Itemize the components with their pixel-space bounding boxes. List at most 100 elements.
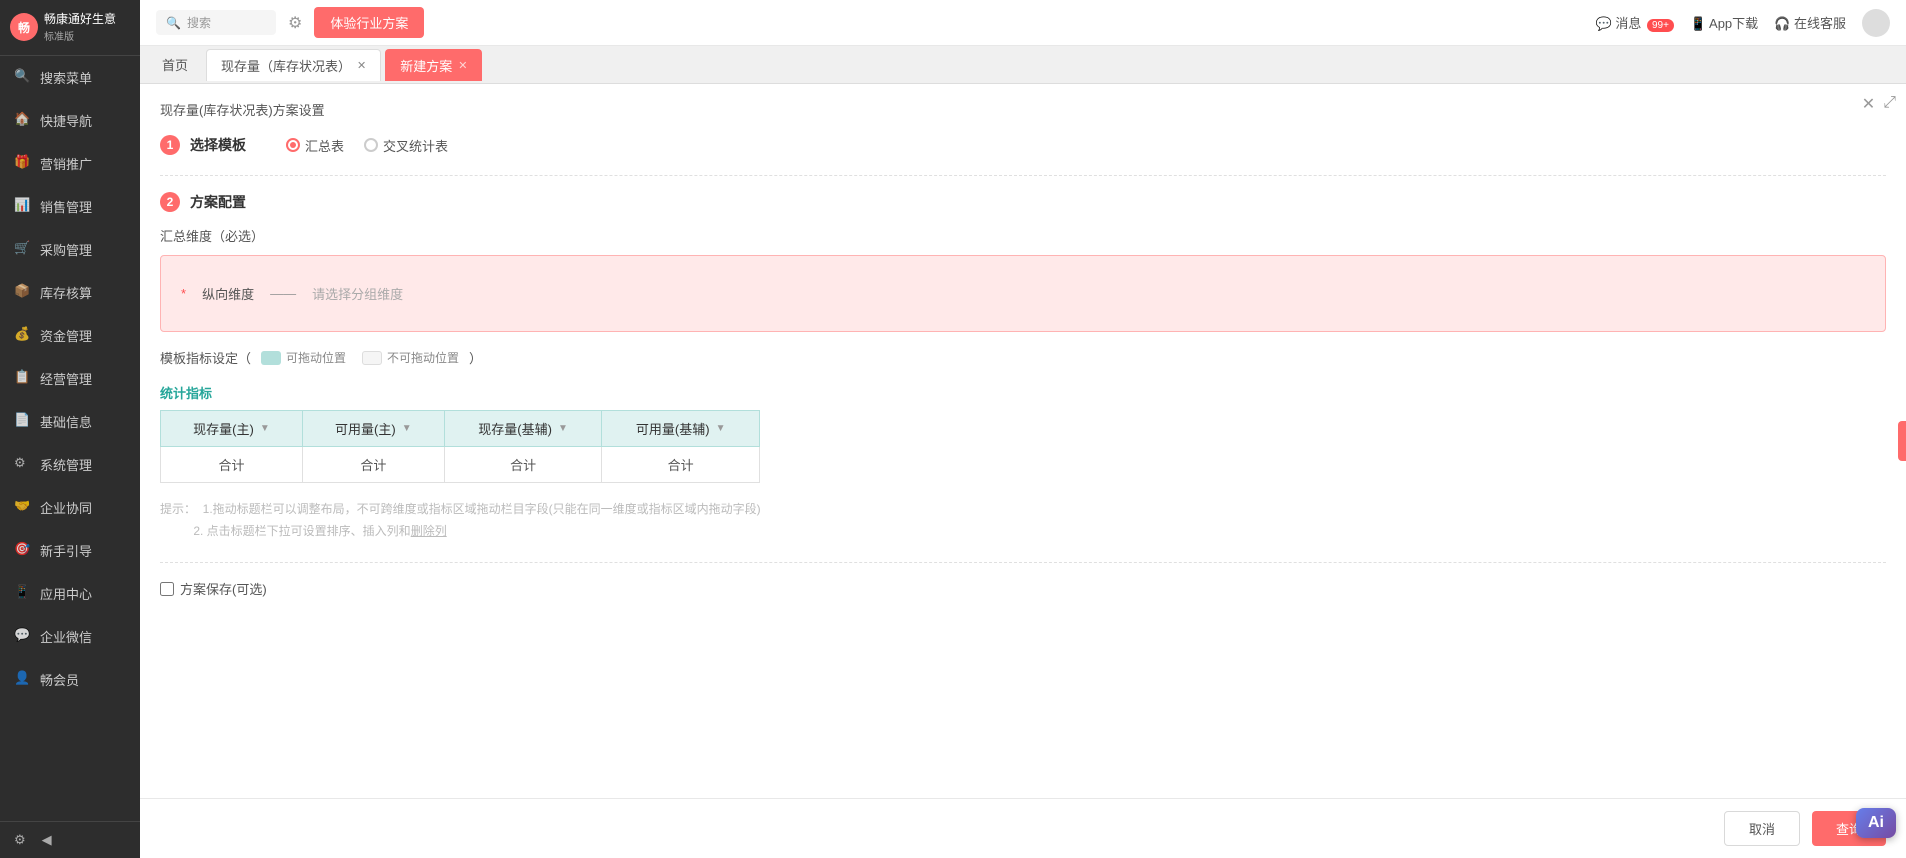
sidebar-label-system: 系统管理 (40, 455, 92, 474)
topbar-message[interactable]: 💬 消息 99+ (1596, 13, 1674, 32)
user-avatar[interactable] (1862, 9, 1890, 37)
sidebar-item-finance[interactable]: 💰 资金管理 (0, 314, 140, 357)
page-content: ✕ ⤢ 现存量(库存状况表)方案设置 1 选择模板 汇总表 (140, 84, 1906, 798)
topbar-app-download[interactable]: 📱 App下载 (1690, 13, 1758, 32)
dimension-placeholder: 请选择分组维度 (312, 284, 403, 303)
radio-summary[interactable]: 汇总表 (286, 136, 344, 155)
sidebar-item-search[interactable]: 🔍 搜索菜单 (0, 56, 140, 99)
app-logo-icon: 畅 (10, 13, 38, 41)
sidebar-item-marketing[interactable]: 🎁 营销推广 (0, 142, 140, 185)
draggable-legend-label: 可拖动位置 (286, 349, 346, 366)
dimension-box[interactable]: * 纵向维度 —— 请选择分组维度 (160, 255, 1886, 332)
template-radio-group: 汇总表 交叉统计表 (286, 136, 448, 155)
sidebar-label-basicinfo: 基础信息 (40, 412, 92, 431)
wechat-icon: 💬 (14, 627, 32, 645)
col-dropdown-2[interactable]: ▼ (558, 423, 568, 434)
sidebar-item-wechat[interactable]: 💬 企业微信 (0, 615, 140, 658)
topbar: 🔍 搜索 ⚙ 体验行业方案 💬 消息 99+ 📱 App下载 🎧 在线客服 (140, 0, 1906, 46)
tips-section: 提示： 1.拖动标题栏可以调整布局，不可跨维度或指标区域拖动栏目字段(只能在同一… (160, 499, 1886, 542)
sidebar-item-inventory[interactable]: 📦 库存核算 (0, 271, 140, 314)
topbar-gear-icon[interactable]: ⚙ (288, 13, 302, 33)
appcenter-icon: 📱 (14, 584, 32, 602)
tab-new-scheme[interactable]: 新建方案 ✕ (385, 49, 482, 81)
sales-icon: 📊 (14, 197, 32, 215)
expand-panel-btn[interactable]: ⤢ (1883, 94, 1896, 114)
radio-cross[interactable]: 交叉统计表 (364, 136, 448, 155)
sidebar-item-purchase[interactable]: 🛒 采购管理 (0, 228, 140, 271)
stat-table: 现存量(主)▼可用量(主)▼现存量(基辅)▼可用量(基辅)▼ 合计合计合计合计 (160, 410, 760, 483)
save-option-label: 方案保存(可选) (180, 579, 267, 598)
sidebar-label-wechat: 企业微信 (40, 627, 92, 646)
topbar-right: 💬 消息 99+ 📱 App下载 🎧 在线客服 (1596, 9, 1890, 37)
stat-col-data-1: 合计 (302, 447, 444, 483)
sidebar-label-enterprise: 企业协同 (40, 498, 92, 517)
indicator-label: 模板指标设定（ 可拖动位置 不可拖动位置 ） (160, 348, 1886, 367)
stat-col-header-1[interactable]: 可用量(主)▼ (302, 411, 444, 447)
indicator-settings: 模板指标设定（ 可拖动位置 不可拖动位置 ） (160, 348, 1886, 367)
tab-close-new-scheme[interactable]: ✕ (458, 59, 467, 72)
radio-summary-label: 汇总表 (305, 136, 344, 155)
stat-col-data-2: 合计 (444, 447, 602, 483)
tab-label-inventory-status: 现存量（库存状况表） (221, 56, 351, 75)
sidebar-collapse-btn[interactable]: ◀ (42, 832, 52, 848)
right-edge-handle[interactable] (1898, 421, 1906, 461)
indicator-legend: 可拖动位置 不可拖动位置 (261, 349, 459, 366)
save-checkbox[interactable] (160, 582, 174, 596)
sidebar-item-system[interactable]: ⚙ 系统管理 (0, 443, 140, 486)
cancel-button[interactable]: 取消 (1724, 811, 1800, 846)
sidebar-item-operations[interactable]: 📋 经营管理 (0, 357, 140, 400)
main-wrap: 🔍 搜索 ⚙ 体验行业方案 💬 消息 99+ 📱 App下载 🎧 在线客服 首页 (140, 0, 1906, 858)
draggable-legend-box (261, 351, 281, 365)
stat-col-header-3[interactable]: 可用量(基辅)▼ (602, 411, 760, 447)
operations-icon: 📋 (14, 369, 32, 387)
sidebar-item-enterprise[interactable]: 🤝 企业协同 (0, 486, 140, 529)
save-option: 方案保存(可选) (160, 579, 1886, 598)
sidebar-footer: ⚙ ◀ (0, 821, 140, 858)
sidebar-logo-text: 畅康通好生意 标准版 (44, 12, 116, 43)
purchase-icon: 🛒 (14, 240, 32, 258)
step1-section: 1 选择模板 汇总表 交叉统计表 (160, 135, 1886, 155)
sidebar-item-member[interactable]: 👤 畅会员 (0, 658, 140, 701)
tab-inventory-status[interactable]: 现存量（库存状况表） ✕ (206, 49, 381, 81)
close-panel-btn[interactable]: ✕ (1862, 94, 1875, 114)
newguide-icon: 🎯 (14, 541, 32, 559)
stat-col-data-0: 合计 (161, 447, 303, 483)
col-dropdown-1[interactable]: ▼ (402, 423, 412, 434)
topbar-search[interactable]: 🔍 搜索 (156, 10, 276, 35)
stat-col-header-2[interactable]: 现存量(基辅)▼ (444, 411, 602, 447)
stat-title: 统计指标 (160, 383, 1886, 402)
stat-section: 统计指标 现存量(主)▼可用量(主)▼现存量(基辅)▼可用量(基辅)▼ 合计合计… (160, 383, 1886, 483)
col-dropdown-3[interactable]: ▼ (716, 423, 726, 434)
tab-home[interactable]: 首页 (148, 49, 202, 81)
sidebar-label-search: 搜索菜单 (40, 68, 92, 87)
sidebar-label-quicknav: 快捷导航 (40, 111, 92, 130)
legend-draggable: 可拖动位置 (261, 349, 346, 366)
bottom-bar: 取消 查询 (140, 798, 1906, 858)
stat-col-header-0[interactable]: 现存量(主)▼ (161, 411, 303, 447)
search-icon: 🔍 (166, 16, 181, 30)
dimension-required-mark: * (181, 286, 186, 301)
tab-label-new-scheme: 新建方案 (400, 56, 452, 75)
sidebar-item-appcenter[interactable]: 📱 应用中心 (0, 572, 140, 615)
non-draggable-legend-box (362, 351, 382, 365)
dimension-section-label: 汇总维度（必选） (160, 226, 1886, 245)
sidebar-label-marketing: 营销推广 (40, 154, 92, 173)
dimension-dash: —— (270, 286, 296, 301)
dimension-name: 纵向维度 (202, 284, 254, 303)
sidebar-item-basicinfo[interactable]: 📄 基础信息 (0, 400, 140, 443)
sidebar-label-newguide: 新手引导 (40, 541, 92, 560)
non-draggable-legend-label: 不可拖动位置 (387, 349, 459, 366)
step2-header: 2 方案配置 (160, 192, 1886, 212)
sidebar-label-member: 畅会员 (40, 670, 79, 689)
sidebar-item-quicknav[interactable]: 🏠 快捷导航 (0, 99, 140, 142)
tab-close-inventory-status[interactable]: ✕ (357, 59, 366, 72)
tips-item-2: 2. 点击标题栏下拉可设置排序、插入列和删除列 (160, 521, 1886, 543)
topbar-online-service[interactable]: 🎧 在线客服 (1774, 13, 1846, 32)
sidebar-settings-btn[interactable]: ⚙ (14, 832, 26, 848)
sidebar-item-sales[interactable]: 📊 销售管理 (0, 185, 140, 228)
trial-btn[interactable]: 体验行业方案 (314, 7, 424, 38)
ai-badge[interactable]: Ai (1856, 808, 1896, 838)
col-dropdown-0[interactable]: ▼ (260, 423, 270, 434)
sidebar-logo: 畅 畅康通好生意 标准版 (0, 0, 140, 56)
sidebar-item-newguide[interactable]: 🎯 新手引导 (0, 529, 140, 572)
